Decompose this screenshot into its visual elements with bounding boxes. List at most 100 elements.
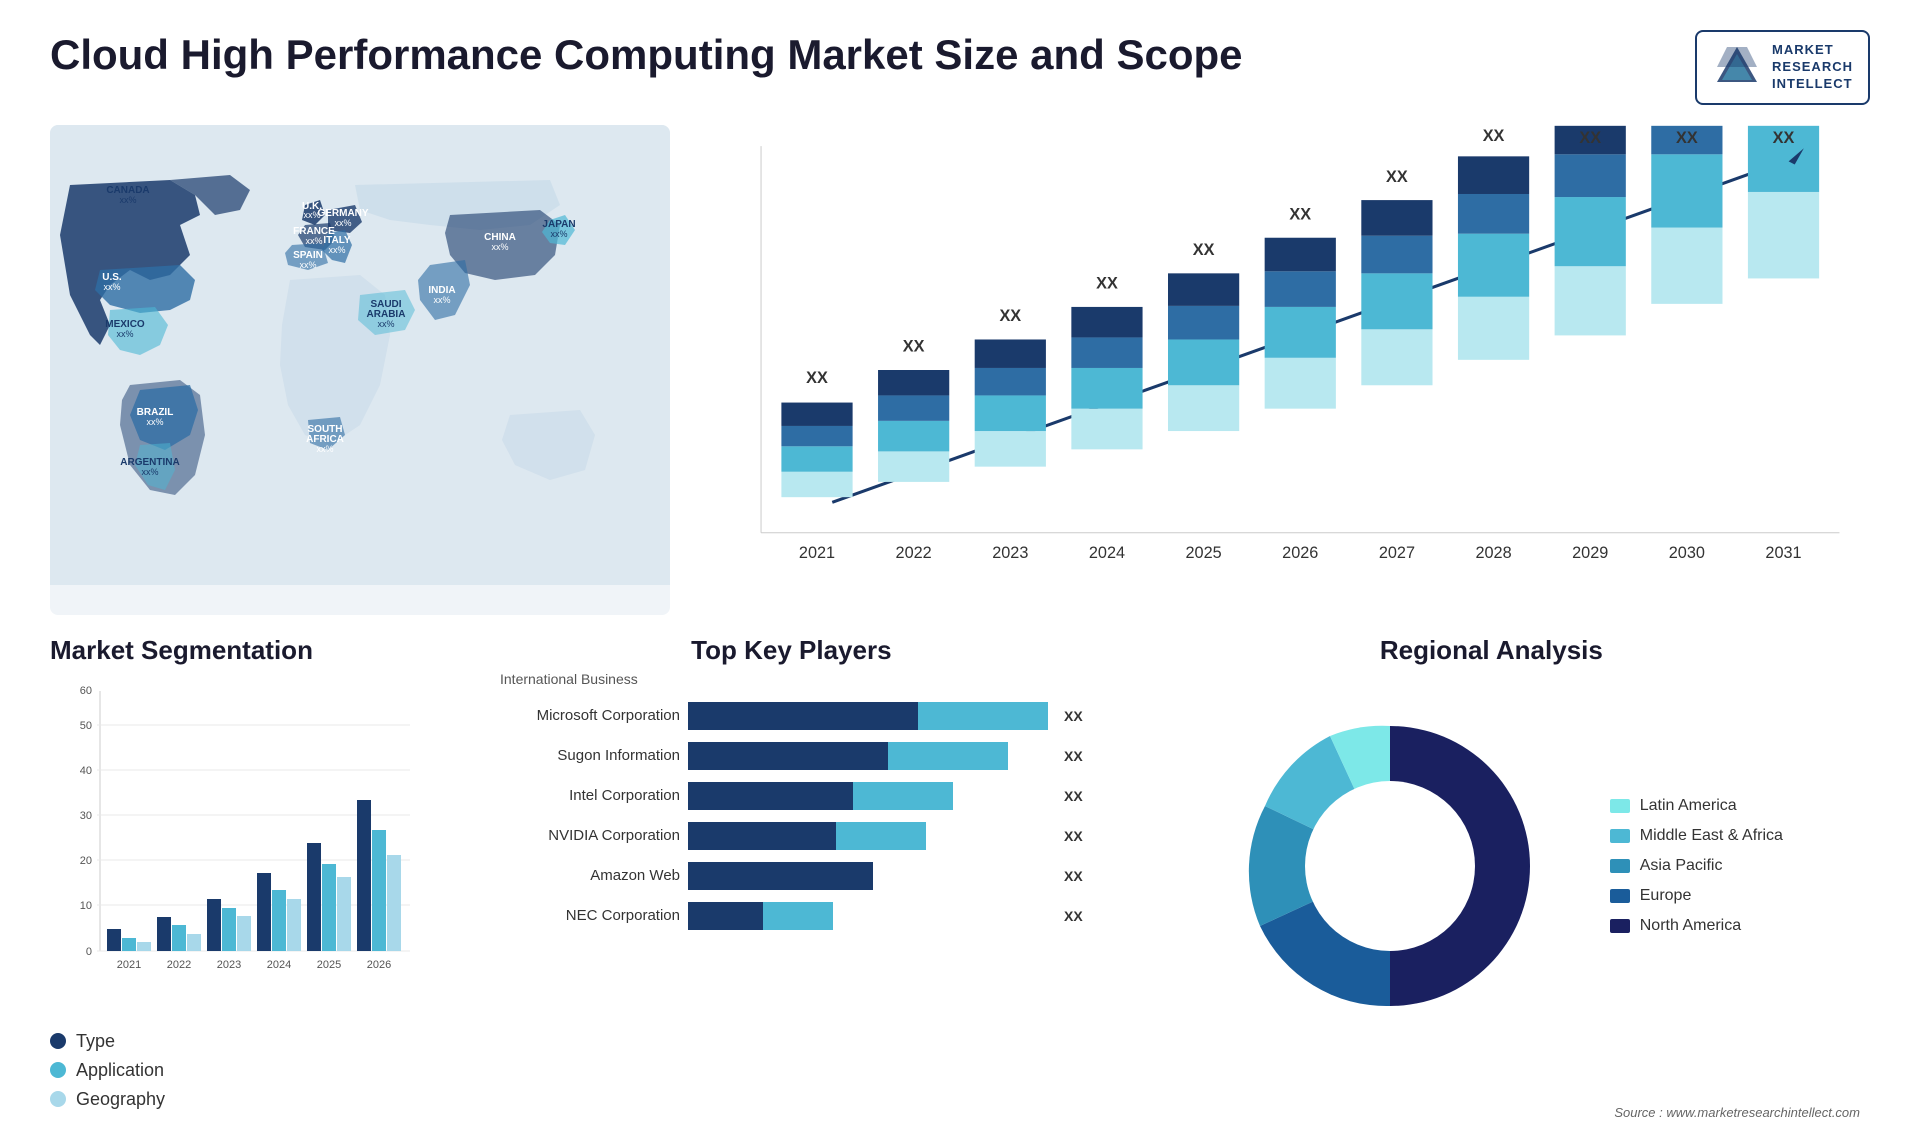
player-bar-dark (688, 822, 836, 850)
svg-text:2030: 2030 (1669, 544, 1705, 562)
legend-geography: Geography (50, 1089, 470, 1110)
legend-north-america-label: North America (1640, 917, 1741, 935)
player-bar-light (836, 822, 926, 850)
legend-north-america-color (1610, 919, 1630, 933)
world-map-svg: CANADA xx% U.S. xx% MEXICO xx% BRAZIL xx… (50, 125, 670, 585)
player-bar-microsoft (688, 702, 1048, 730)
player-name-intel: Intel Corporation (500, 787, 680, 804)
svg-text:XX: XX (903, 337, 925, 355)
bar-2024: XX (1071, 274, 1142, 449)
header: Cloud High Performance Computing Market … (50, 30, 1870, 105)
seg-legend: Type Application Geography (50, 1031, 470, 1110)
player-bar-dark (688, 862, 873, 890)
svg-text:2024: 2024 (267, 959, 291, 971)
legend-middle-east-color (1610, 829, 1630, 843)
player-row-intel: Intel Corporation XX (500, 782, 1083, 810)
player-value-intel: XX (1064, 788, 1083, 804)
svg-text:XX: XX (1193, 241, 1215, 259)
regional-title: Regional Analysis (1113, 635, 1870, 666)
bar-chart-svg: XX XX XX (700, 125, 1870, 615)
bar-2027: XX (1361, 167, 1432, 384)
legend-asia-pacific-label: Asia Pacific (1640, 857, 1723, 875)
player-row-microsoft: Microsoft Corporation XX (500, 702, 1083, 730)
player-bar-amazon (688, 862, 1048, 890)
player-bar-light (918, 702, 1048, 730)
legend-latin-america: Latin America (1610, 797, 1783, 815)
svg-text:10: 10 (80, 900, 92, 912)
page-title: Cloud High Performance Computing Market … (50, 30, 1243, 80)
legend-middle-east-label: Middle East & Africa (1640, 827, 1783, 845)
svg-text:30: 30 (80, 810, 92, 822)
legend-geography-dot (50, 1091, 66, 1107)
svg-text:XX: XX (1773, 129, 1795, 147)
donut-chart-svg (1200, 676, 1580, 1056)
svg-text:2027: 2027 (1379, 544, 1415, 562)
legend-asia-pacific-color (1610, 859, 1630, 873)
svg-text:XX: XX (1579, 129, 1601, 147)
legend-geography-label: Geography (76, 1089, 165, 1110)
svg-text:xx%: xx% (116, 329, 133, 339)
svg-text:2025: 2025 (1186, 544, 1222, 562)
player-bar-dark (688, 702, 918, 730)
svg-text:xx%: xx% (146, 417, 163, 427)
svg-text:2021: 2021 (799, 544, 835, 562)
player-name-nec: NEC Corporation (500, 907, 680, 924)
svg-text:xx%: xx% (334, 218, 351, 228)
source-text: Source : www.marketresearchintellect.com (1614, 1105, 1860, 1120)
bar-2029 (1555, 125, 1626, 335)
bar-2022: XX (878, 337, 949, 481)
player-bar-dark (688, 742, 888, 770)
player-bar-nvidia (688, 822, 1048, 850)
seg-chart-svg: 0 10 20 30 40 50 60 (50, 681, 430, 1001)
svg-text:2028: 2028 (1475, 544, 1511, 562)
world-map-container: CANADA xx% U.S. xx% MEXICO xx% BRAZIL xx… (50, 125, 670, 615)
svg-text:XX: XX (999, 307, 1021, 325)
regional-legend: Latin America Middle East & Africa Asia … (1610, 797, 1783, 935)
player-value-nec: XX (1064, 908, 1083, 924)
player-value-nvidia: XX (1064, 828, 1083, 844)
bar-2025: XX (1168, 241, 1239, 431)
svg-text:XX: XX (1483, 127, 1505, 145)
regional-section: Regional Analysis (1113, 635, 1870, 1125)
legend-application: Application (50, 1060, 470, 1081)
svg-text:0: 0 (86, 946, 92, 958)
svg-text:50: 50 (80, 720, 92, 732)
bar-2028: XX (1458, 127, 1529, 360)
player-bar-dark (688, 902, 763, 930)
page-container: Cloud High Performance Computing Market … (0, 0, 1920, 1146)
player-row-amazon: Amazon Web XX (500, 862, 1083, 890)
legend-type: Type (50, 1031, 470, 1052)
player-row-nvidia: NVIDIA Corporation XX (500, 822, 1083, 850)
svg-text:2023: 2023 (992, 544, 1028, 562)
svg-text:xx%: xx% (141, 467, 158, 477)
svg-text:2023: 2023 (217, 959, 241, 971)
svg-text:2025: 2025 (317, 959, 341, 971)
svg-text:xx%: xx% (491, 242, 508, 252)
svg-text:2022: 2022 (896, 544, 932, 562)
segmentation-title: Market Segmentation (50, 635, 470, 666)
bar-2030 (1651, 125, 1722, 303)
svg-text:2031: 2031 (1765, 544, 1801, 562)
legend-type-dot (50, 1033, 66, 1049)
svg-text:xx%: xx% (299, 260, 316, 270)
svg-text:xx%: xx% (316, 444, 333, 454)
player-bar-light (763, 902, 833, 930)
legend-europe-label: Europe (1640, 887, 1692, 905)
map-section: CANADA xx% U.S. xx% MEXICO xx% BRAZIL xx… (50, 125, 670, 615)
svg-text:2022: 2022 (167, 959, 191, 971)
svg-text:xx%: xx% (550, 229, 567, 239)
svg-text:40: 40 (80, 765, 92, 777)
svg-text:xx%: xx% (328, 245, 345, 255)
bar-chart-section: XX XX XX (700, 125, 1870, 615)
svg-text:XX: XX (1676, 129, 1698, 147)
svg-text:2029: 2029 (1572, 544, 1608, 562)
player-row-nec: NEC Corporation XX (500, 902, 1083, 930)
bottom-section: Market Segmentation 0 10 20 30 40 (50, 635, 1870, 1125)
svg-text:20: 20 (80, 855, 92, 867)
svg-text:2026: 2026 (367, 959, 391, 971)
players-title: Top Key Players (500, 635, 1083, 666)
player-bar-sugon (688, 742, 1048, 770)
svg-text:XX: XX (1096, 274, 1118, 292)
svg-text:2021: 2021 (117, 959, 141, 971)
top-section: CANADA xx% U.S. xx% MEXICO xx% BRAZIL xx… (50, 125, 1870, 615)
